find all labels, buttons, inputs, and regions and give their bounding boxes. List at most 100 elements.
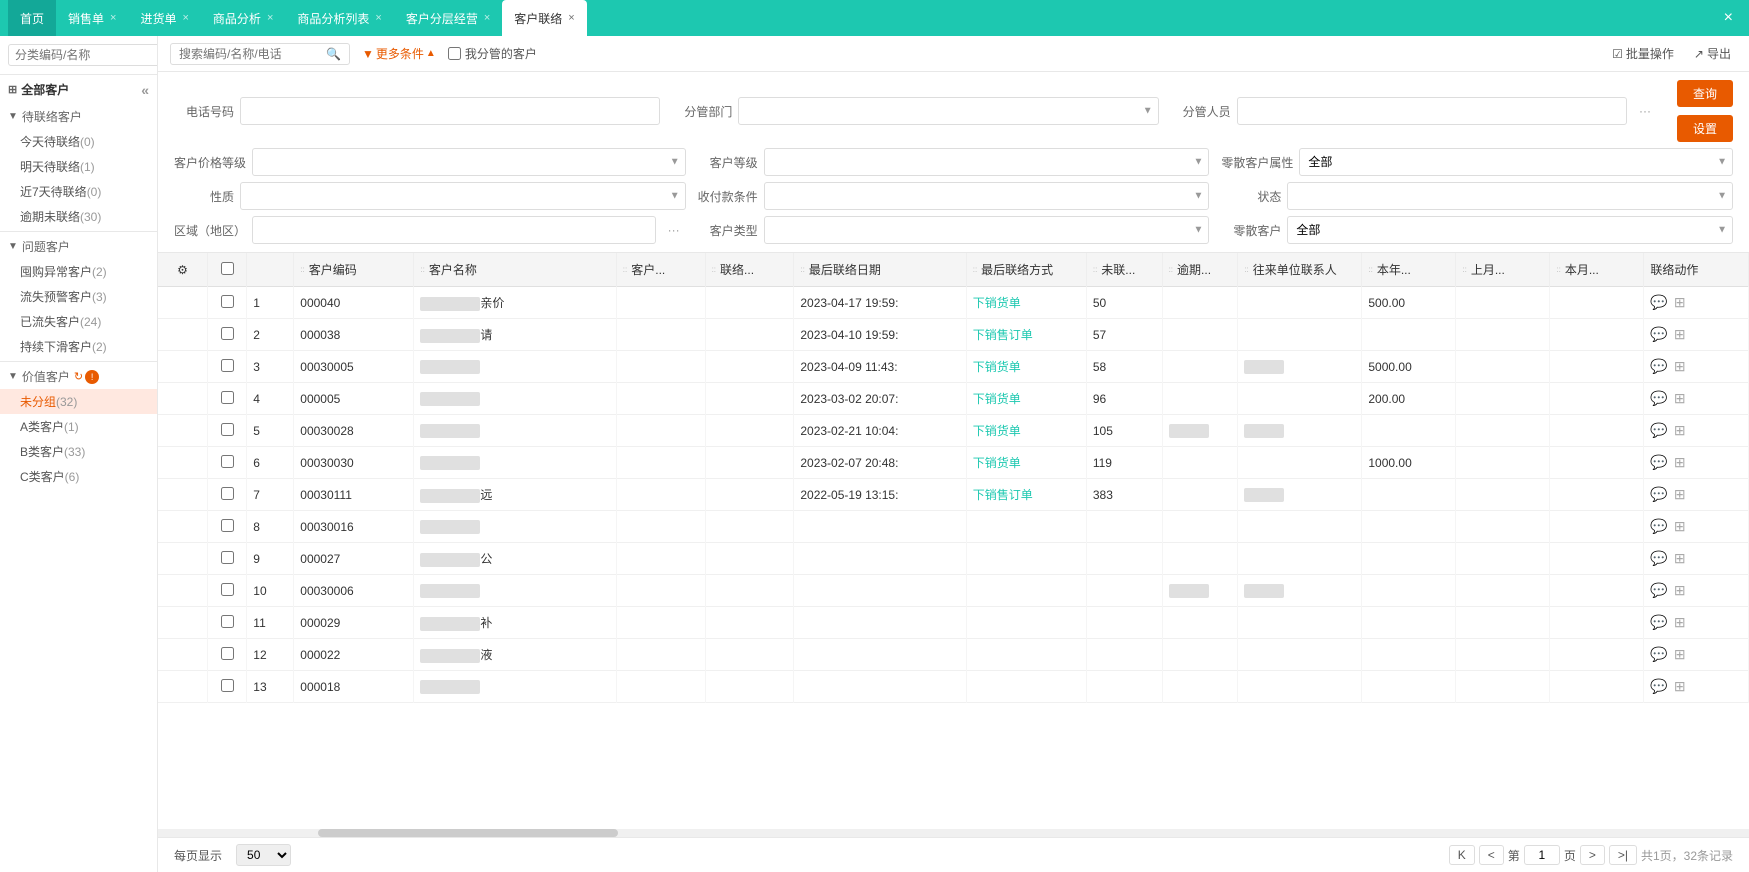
main-search-input[interactable] — [179, 47, 326, 61]
sidebar-group-problem[interactable]: ▼ 问题客户 — [0, 234, 157, 259]
action-grid-icon[interactable]: ⊞ — [1674, 582, 1686, 599]
sidebar-item-tomorrow[interactable]: 明天待联络(1) — [0, 154, 157, 179]
person-more-icon[interactable]: ··· — [1633, 104, 1657, 118]
filter-phone-input[interactable] — [240, 97, 660, 125]
action-grid-icon[interactable]: ⊞ — [1674, 358, 1686, 375]
horizontal-scrollbar[interactable] — [158, 829, 1749, 837]
action-chat-icon[interactable]: 💬 — [1650, 294, 1667, 311]
last-way-link[interactable]: 下销货单 — [973, 392, 1021, 406]
cell-check[interactable] — [208, 607, 247, 639]
action-grid-icon[interactable]: ⊞ — [1674, 294, 1686, 311]
cell-check[interactable] — [208, 351, 247, 383]
close-purchase-icon[interactable]: × — [182, 12, 188, 24]
row-checkbox[interactable] — [221, 519, 234, 532]
action-chat-icon[interactable]: 💬 — [1650, 518, 1667, 535]
action-chat-icon[interactable]: 💬 — [1650, 358, 1667, 375]
col-person-header[interactable]: ::往来单位联系人 — [1238, 253, 1362, 287]
col-date-header[interactable]: ::最后联络日期 — [794, 253, 966, 287]
action-grid-icon[interactable]: ⊞ — [1674, 646, 1686, 663]
sidebar-group-pending[interactable]: ▼ 待联络客户 — [0, 104, 157, 129]
action-grid-icon[interactable]: ⊞ — [1674, 326, 1686, 343]
action-grid-icon[interactable]: ⊞ — [1674, 422, 1686, 439]
cell-check[interactable] — [208, 671, 247, 703]
all-customers-header[interactable]: ⊞ 全部客户 « — [0, 75, 157, 104]
row-checkbox[interactable] — [221, 423, 234, 436]
close-sales-icon[interactable]: × — [110, 12, 116, 24]
sidebar-item-declining[interactable]: 持续下滑客户(2) — [0, 334, 157, 359]
last-way-link[interactable]: 下销售订单 — [973, 328, 1033, 342]
sidebar-item-lost[interactable]: 已流失客户(24) — [0, 309, 157, 334]
sidebar-group-value[interactable]: ▼ 价值客户 ↻ ! — [0, 364, 157, 389]
col-type-header[interactable]: ::客户... — [616, 253, 705, 287]
filter-person-input[interactable] — [1237, 97, 1627, 125]
cell-check[interactable] — [208, 543, 247, 575]
sidebar-item-abnormal[interactable]: 囤购异常客户(2) — [0, 259, 157, 284]
cell-check[interactable] — [208, 479, 247, 511]
row-checkbox[interactable] — [221, 455, 234, 468]
col-settings-header[interactable]: ⚙ — [158, 253, 208, 287]
filter-status-select[interactable] — [1287, 182, 1733, 210]
sidebar-item-overdue[interactable]: 逾期未联络(30) — [0, 204, 157, 229]
col-thismonth-header[interactable]: ::本月... — [1550, 253, 1644, 287]
last-way-link[interactable]: 下销货单 — [973, 456, 1021, 470]
action-chat-icon[interactable]: 💬 — [1650, 326, 1667, 343]
row-checkbox[interactable] — [221, 583, 234, 596]
row-checkbox[interactable] — [221, 327, 234, 340]
cell-check[interactable] — [208, 447, 247, 479]
row-checkbox[interactable] — [221, 679, 234, 692]
tab-product-list[interactable]: 商品分析列表 × — [285, 0, 393, 36]
page-size-select[interactable]: 50 20 100 — [236, 844, 291, 866]
cell-check[interactable] — [208, 415, 247, 447]
last-page-btn[interactable]: >| — [1609, 845, 1637, 865]
first-page-btn[interactable]: K — [1449, 845, 1475, 865]
row-checkbox[interactable] — [221, 391, 234, 404]
action-chat-icon[interactable]: 💬 — [1650, 550, 1667, 567]
last-way-link[interactable]: 下销货单 — [973, 424, 1021, 438]
page-input[interactable] — [1524, 845, 1560, 865]
sidebar-item-ungroup[interactable]: 未分组(32) — [0, 389, 157, 414]
value-refresh-icon[interactable]: ↻ — [74, 370, 83, 383]
last-way-link[interactable]: 下销货单 — [973, 360, 1021, 374]
my-customers-checkbox[interactable] — [448, 47, 461, 60]
action-chat-icon[interactable]: 💬 — [1650, 422, 1667, 439]
row-checkbox[interactable] — [221, 647, 234, 660]
filter-region-input[interactable] — [252, 216, 656, 244]
filter-sparse-customer-select[interactable]: 全部 — [1287, 216, 1733, 244]
cell-check[interactable] — [208, 383, 247, 415]
action-grid-icon[interactable]: ⊞ — [1674, 550, 1686, 567]
col-lastmonth-header[interactable]: ::上月... — [1456, 253, 1550, 287]
export-btn[interactable]: ↗ 导出 — [1688, 42, 1737, 65]
query-button[interactable]: 查询 — [1677, 80, 1733, 107]
action-grid-icon[interactable]: ⊞ — [1674, 518, 1686, 535]
action-grid-icon[interactable]: ⊞ — [1674, 390, 1686, 407]
tab-home[interactable]: 首页 — [8, 0, 56, 36]
cell-check[interactable] — [208, 287, 247, 319]
action-grid-icon[interactable]: ⊞ — [1674, 454, 1686, 471]
tab-product-analysis[interactable]: 商品分析 × — [201, 0, 285, 36]
my-customers-check[interactable]: 我分管的客户 — [448, 45, 537, 62]
cell-check[interactable] — [208, 639, 247, 671]
action-grid-icon[interactable]: ⊞ — [1674, 678, 1686, 695]
main-search-icon[interactable]: 🔍 — [326, 47, 341, 61]
nav-close-button[interactable]: × — [1716, 9, 1741, 27]
row-checkbox[interactable] — [221, 615, 234, 628]
close-product-analysis-icon[interactable]: × — [267, 12, 273, 24]
sidebar-search-input[interactable] — [8, 44, 158, 66]
filter-customer-type-select[interactable] — [764, 216, 1210, 244]
sidebar-item-class-a[interactable]: A类客户(1) — [0, 414, 157, 439]
filter-customer-level-select[interactable] — [764, 148, 1210, 176]
action-chat-icon[interactable]: 💬 — [1650, 390, 1667, 407]
filter-price-level-select[interactable] — [252, 148, 686, 176]
filter-nature-select[interactable] — [240, 182, 686, 210]
sidebar-item-today[interactable]: 今天待联络(0) — [0, 129, 157, 154]
close-customer-tier-icon[interactable]: × — [484, 12, 490, 24]
last-way-link[interactable]: 下销货单 — [973, 296, 1021, 310]
action-grid-icon[interactable]: ⊞ — [1674, 486, 1686, 503]
filter-dept-select[interactable] — [738, 97, 1158, 125]
row-checkbox[interactable] — [221, 359, 234, 372]
batch-ops-btn[interactable]: ☑ 批量操作 — [1606, 42, 1680, 65]
action-grid-icon[interactable]: ⊞ — [1674, 614, 1686, 631]
reset-button[interactable]: 设置 — [1677, 115, 1733, 142]
row-checkbox[interactable] — [221, 551, 234, 564]
action-chat-icon[interactable]: 💬 — [1650, 582, 1667, 599]
